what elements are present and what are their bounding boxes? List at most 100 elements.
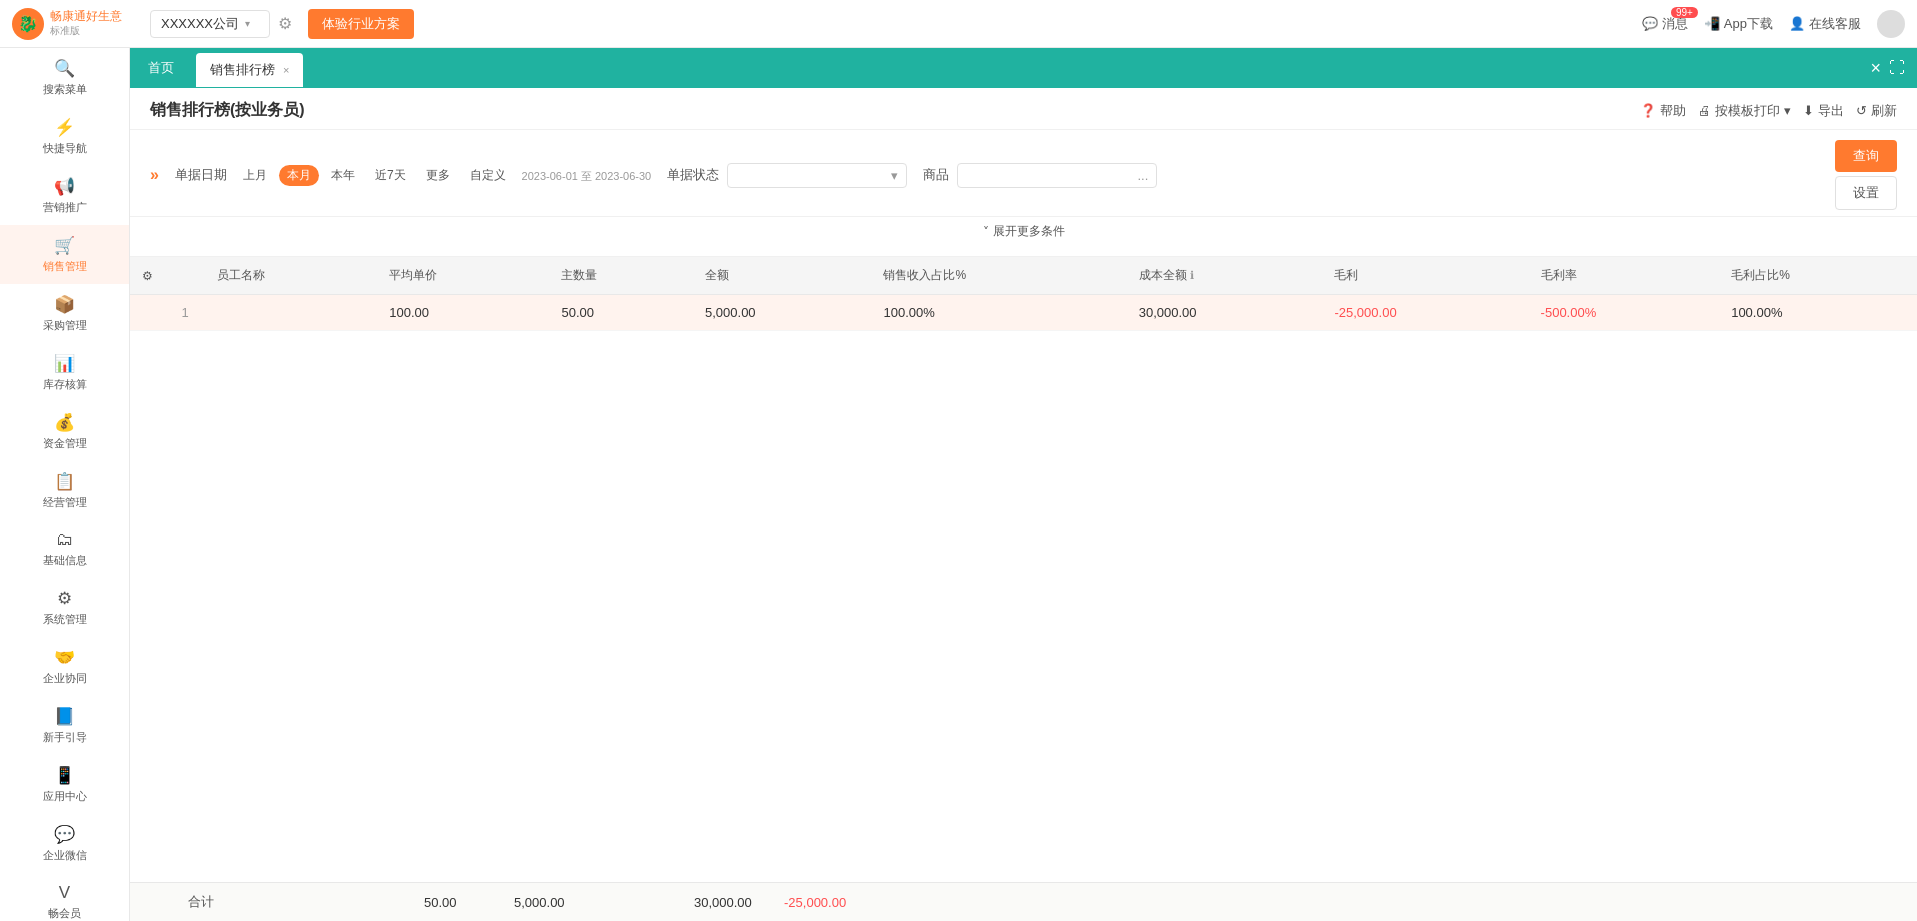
goods-select-arrow: ... [1137,168,1148,183]
print-button[interactable]: 🖨 按模板打印 ▾ [1698,102,1791,120]
message-icon: 💬 [1642,16,1658,31]
sidebar: 🔍 搜索菜单 ⚡ 快捷导航 📢 营销推广 🛒 销售管理 📦 采购管理 📊 库存核… [0,48,130,921]
filter-area: » 单据日期 上月 本月 本年 近7天 更多 自定义 [130,130,1917,257]
help-button[interactable]: ❓ 帮助 [1640,102,1686,120]
window-expand-icon[interactable]: ⛶ [1889,59,1905,77]
query-button[interactable]: 查询 [1835,140,1897,172]
print-icon: 🖨 [1698,103,1711,118]
goods-filter-label: 商品 [923,166,949,184]
date-tab-custom[interactable]: 自定义 [462,165,514,186]
export-label: 导出 [1818,102,1844,120]
sidebar-label-purchase: 采购管理 [43,318,87,333]
sidebar-label-guide: 新手引导 [43,730,87,745]
tab-close-icon[interactable]: × [283,64,289,76]
refresh-button[interactable]: ↺ 刷新 [1856,102,1897,120]
sales-rank-tab-label: 销售排行榜 [210,61,275,79]
sidebar-item-operation[interactable]: 📋 经营管理 [0,461,129,520]
sidebar-item-apps[interactable]: 📱 应用中心 [0,755,129,814]
th-settings[interactable]: ⚙ [130,257,165,295]
status-filter-select[interactable]: ▾ [727,163,907,188]
tab-bar: 首页 销售排行榜 × × ⛶ [130,48,1917,88]
filter-expand-button[interactable]: » [150,166,159,184]
user-avatar[interactable] [1877,10,1905,38]
sidebar-icon-member: V [59,883,70,903]
company-dropdown-arrow: ▾ [245,18,250,29]
logo-subtitle: 标准版 [50,24,122,38]
sidebar-item-member[interactable]: V 畅会员 [0,873,129,921]
sidebar-icon-operation: 📋 [54,471,75,492]
content-area: 首页 销售排行榜 × × ⛶ 销售排行榜(按业务员) [130,48,1917,921]
filter-row: » 单据日期 上月 本月 本年 近7天 更多 自定义 [150,140,1897,210]
footer-cells: 50.00 5,000.00 30,000.00 -25,000.00 [322,895,1905,910]
sidebar-label-marketing: 营销推广 [43,200,87,215]
th-main-qty: 主数量 [549,257,693,295]
th-gross: 毛利 [1322,257,1528,295]
company-selector[interactable]: XXXXXX公司 ▾ [150,10,270,38]
trial-button[interactable]: 体验行业方案 [308,9,414,39]
sidebar-label-cooperate: 企业协同 [43,671,87,686]
refresh-label: 刷新 [1871,102,1897,120]
sidebar-item-sales[interactable]: 🛒 销售管理 [0,225,129,284]
settings-button[interactable]: 设置 [1835,176,1897,210]
message-button[interactable]: 💬 消息 99+ [1642,15,1688,33]
sidebar-item-quick[interactable]: ⚡ 快捷导航 [0,107,129,166]
date-tab-more[interactable]: 更多 [418,165,458,186]
status-filter-group: 单据状态 ▾ [667,163,907,188]
tab-window-actions: × ⛶ [1858,58,1917,79]
sidebar-item-basic[interactable]: 🗂 基础信息 [0,520,129,578]
sidebar-icon-apps: 📱 [54,765,75,786]
table-footer: 合计 50.00 5,000.00 30,000.00 -25,000.00 [130,882,1917,921]
sidebar-item-finance[interactable]: 💰 资金管理 [0,402,129,461]
row-name [205,295,377,331]
app-download-button[interactable]: 📲 App下载 [1704,15,1773,33]
sidebar-icon-purchase: 📦 [54,294,75,315]
sidebar-icon-system: ⚙ [57,588,72,609]
app-download-icon: 📲 [1704,16,1720,31]
home-tab[interactable]: 首页 [130,48,192,88]
online-service-icon: 👤 [1789,16,1805,31]
row-gross-rate: -500.00% [1529,295,1720,331]
th-total: 全额 [693,257,871,295]
goods-filter-select[interactable]: ... [957,163,1157,188]
date-tab-prev-month[interactable]: 上月 [235,165,275,186]
sales-rank-tab[interactable]: 销售排行榜 × [196,53,303,87]
sidebar-icon-basic: 🗂 [56,530,73,550]
row-avg-price: 100.00 [377,295,549,331]
expand-more-button[interactable]: ˅ 展开更多条件 [130,216,1917,246]
expand-more-icon: ˅ [983,225,989,239]
online-service-button[interactable]: 👤 在线客服 [1789,15,1861,33]
sidebar-icon-cooperate: 🤝 [54,647,75,668]
status-select-arrow: ▾ [891,168,898,183]
sidebar-icon-marketing: 📢 [54,176,75,197]
page-content: 销售排行榜(按业务员) ❓ 帮助 🖨 按模板打印 ▾ ⬇ [130,88,1917,921]
sidebar-item-system[interactable]: ⚙ 系统管理 [0,578,129,637]
sidebar-item-wechat[interactable]: 💬 企业微信 [0,814,129,873]
row-settings [130,295,165,331]
query-area: 查询 设置 [1823,140,1897,210]
sidebar-item-purchase[interactable]: 📦 采购管理 [0,284,129,343]
sidebar-label-search: 搜索菜单 [43,82,87,97]
window-close-icon[interactable]: × [1870,58,1881,79]
sidebar-item-marketing[interactable]: 📢 营销推广 [0,166,129,225]
sidebar-items-container: 🔍 搜索菜单 ⚡ 快捷导航 📢 营销推广 🛒 销售管理 📦 采购管理 📊 库存核… [0,48,129,921]
cost-total-info-icon[interactable]: ℹ [1190,269,1194,282]
footer-avg-price [322,895,412,910]
row-main-qty: 50.00 [549,295,693,331]
sidebar-item-inventory[interactable]: 📊 库存核算 [0,343,129,402]
date-tab-7days[interactable]: 近7天 [367,165,414,186]
status-filter-label: 单据状态 [667,166,719,184]
export-button[interactable]: ⬇ 导出 [1803,102,1844,120]
data-table: ⚙ 员工名称 平均单价 主数量 全额 销售收入占比% 成本全额 [130,257,1917,331]
th-sales-pct: 销售收入占比% [871,257,1126,295]
message-badge: 99+ [1671,7,1698,18]
app-wrapper: 🐉 畅康通好生意 标准版 XXXXXX公司 ▾ ⚙ 体验行业方案 💬 消息 99… [0,0,1917,921]
topbar-settings-icon[interactable]: ⚙ [270,10,300,37]
date-tab-this-year[interactable]: 本年 [323,165,363,186]
sidebar-icon-guide: 📘 [54,706,75,727]
sidebar-item-search[interactable]: 🔍 搜索菜单 [0,48,129,107]
footer-label: 合计 [142,893,322,911]
sidebar-item-guide[interactable]: 📘 新手引导 [0,696,129,755]
date-tab-this-month[interactable]: 本月 [279,165,319,186]
footer-cost-total: 30,000.00 [682,895,772,910]
sidebar-item-cooperate[interactable]: 🤝 企业协同 [0,637,129,696]
